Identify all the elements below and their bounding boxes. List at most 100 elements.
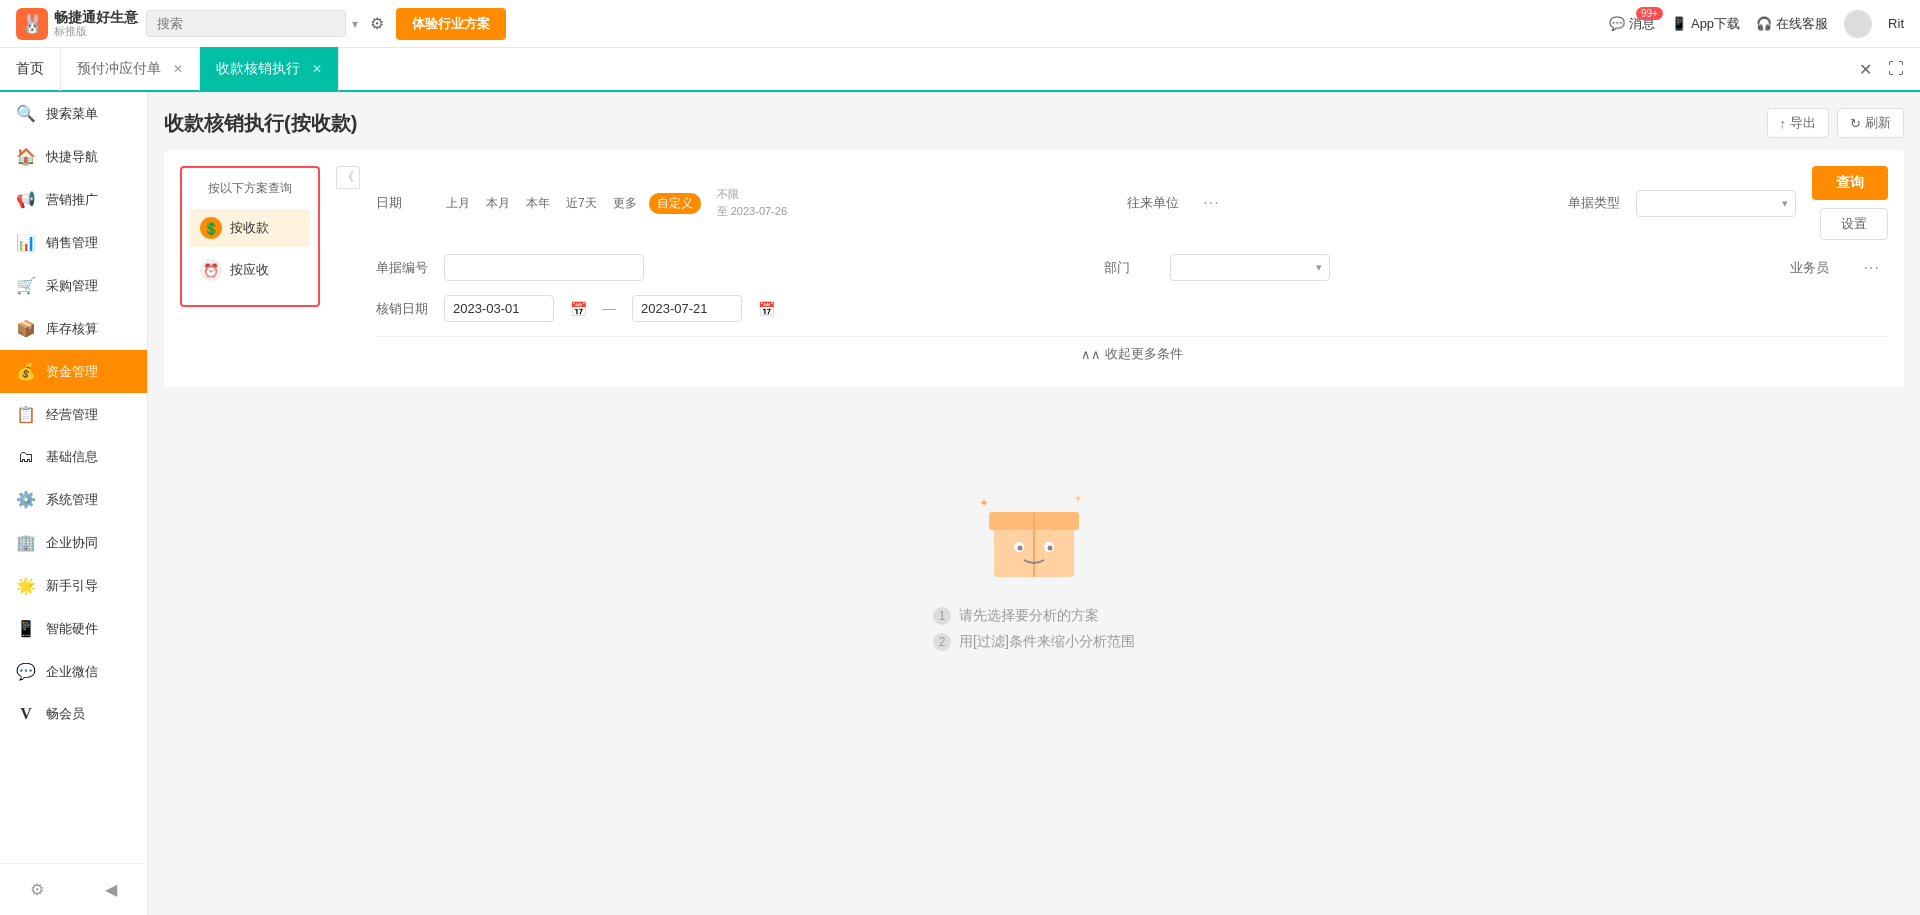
verify-end-calendar-icon[interactable]: 📅 [758, 301, 775, 317]
date-7days-btn[interactable]: 近7天 [562, 193, 601, 214]
export-label: 导出 [1790, 114, 1816, 132]
empty-hint-1: 1 请先选择要分析的方案 [933, 607, 1135, 625]
enterprise-icon: 🏢 [16, 533, 36, 552]
system-icon: ⚙️ [16, 490, 36, 509]
filter-settings-btn[interactable]: 设置 [1820, 208, 1888, 240]
industry-btn[interactable]: 体验行业方案 [396, 8, 506, 40]
sidebar-item-search[interactable]: 🔍 搜索菜单 [0, 92, 147, 135]
app-download-btn[interactable]: 📱 App下载 [1671, 15, 1740, 33]
refresh-btn[interactable]: ↻ 刷新 [1837, 108, 1904, 138]
user-name: Rit [1888, 16, 1904, 31]
date-nolimit-text: 不限 [717, 187, 787, 202]
tab-prepay-label: 预付冲应付单 [77, 60, 161, 78]
sidebar-item-finance[interactable]: 💰 资金管理 [0, 350, 147, 393]
sidebar-item-guide[interactable]: 🌟 新手引导 [0, 564, 147, 607]
filter-option-receipt[interactable]: 💲 按收款 [190, 209, 310, 247]
date-quick-group: 上月 本月 本年 近7天 更多 自定义 [442, 193, 701, 214]
empty-hint-2: 2 用[过滤]条件来缩小分析范围 [933, 633, 1135, 651]
dropdown-icon[interactable]: ▾ [352, 17, 358, 31]
filter-panel: 按以下方案查询 💲 按收款 ⏰ 按应收 《 日期 [164, 150, 1904, 387]
tab-prepay[interactable]: 预付冲应付单 ✕ [61, 47, 200, 91]
filter-row-3: 核销日期 📅 — 📅 [376, 295, 1888, 322]
docno-input[interactable] [444, 254, 644, 281]
sidebar-item-system[interactable]: ⚙️ 系统管理 [0, 478, 147, 521]
receivable-icon: ⏰ [200, 259, 222, 281]
doctype-select[interactable] [1636, 190, 1796, 217]
tab-close-all-btn[interactable]: ✕ [1855, 56, 1876, 83]
staff-select-btn[interactable]: ··· [1856, 255, 1888, 281]
receipt-icon: 💲 [200, 217, 222, 239]
tab-home[interactable]: 首页 [0, 47, 61, 91]
page-title: 收款核销执行(按收款) [164, 110, 357, 137]
main-layout: 🔍 搜索菜单 🏠 快捷导航 📢 营销推广 📊 销售管理 🛒 采购管理 📦 库存核… [0, 92, 1920, 915]
settings-icon-btn[interactable]: ⚙ [366, 10, 388, 37]
sidebar-item-basic[interactable]: 🗂 基础信息 [0, 436, 147, 478]
date-custom-badge[interactable]: 自定义 [649, 193, 701, 214]
service-icon: 🎧 [1756, 16, 1772, 31]
collapse-more-label: 收起更多条件 [1105, 345, 1183, 363]
date-this-year-btn[interactable]: 本年 [522, 193, 554, 214]
user-avatar[interactable] [1844, 10, 1872, 38]
sidebar-item-member[interactable]: V 畅会员 [0, 693, 147, 735]
tab-collection[interactable]: 收款核销执行 ✕ [200, 47, 339, 91]
sidebar-label-quicknav: 快捷导航 [46, 148, 98, 166]
date-this-month-btn[interactable]: 本月 [482, 193, 514, 214]
sidebar-bottom: ⚙ ◀ [0, 863, 147, 915]
page-title-bar: 收款核销执行(按收款) ↑ 导出 ↻ 刷新 [164, 108, 1904, 138]
content-area: 收款核销执行(按收款) ↑ 导出 ↻ 刷新 按以下方案查询 💲 [148, 92, 1920, 915]
sidebar-label-guide: 新手引导 [46, 577, 98, 595]
partner-label: 往来单位 [1127, 194, 1179, 212]
sidebar-item-operations[interactable]: 📋 经营管理 [0, 393, 147, 436]
brand-icon: 🐰 [16, 8, 48, 40]
sidebar-item-enterprise[interactable]: 🏢 企业协同 [0, 521, 147, 564]
date-more-btn[interactable]: 更多 [609, 193, 641, 214]
sidebar-collapse-btn[interactable]: ◀ [97, 876, 125, 903]
date-label: 日期 [376, 194, 426, 212]
sidebar-settings-btn[interactable]: ⚙ [22, 876, 52, 903]
sidebar-label-inventory: 库存核算 [46, 320, 98, 338]
collapse-more-btn[interactable]: ∧∧ 收起更多条件 [376, 336, 1888, 371]
dept-select-wrapper [1170, 254, 1330, 281]
online-service-btn[interactable]: 🎧 在线客服 [1756, 15, 1828, 33]
verify-start-input[interactable] [444, 295, 554, 322]
sidebar: 🔍 搜索菜单 🏠 快捷导航 📢 营销推广 📊 销售管理 🛒 采购管理 📦 库存核… [0, 92, 148, 915]
sidebar-item-quicknav[interactable]: 🏠 快捷导航 [0, 135, 147, 178]
sidebar-item-marketing[interactable]: 📢 营销推广 [0, 178, 147, 221]
tab-prepay-close[interactable]: ✕ [173, 62, 183, 76]
hint-num-1: 1 [933, 607, 951, 625]
home-icon: 🏠 [16, 147, 36, 166]
partner-select-btn[interactable]: ··· [1195, 190, 1227, 216]
tab-expand-btn[interactable]: ⛶ [1884, 56, 1908, 82]
sidebar-item-inventory[interactable]: 📦 库存核算 [0, 307, 147, 350]
top-bar-left: 🐰 畅捷通好生意 标推版 ▾ ⚙ 体验行业方案 [16, 8, 1609, 40]
brand-text: 畅捷通好生意 标推版 [54, 9, 138, 39]
verify-end-input[interactable] [632, 295, 742, 322]
verify-start-calendar-icon[interactable]: 📅 [570, 301, 587, 317]
message-badge: 99+ [1636, 7, 1663, 20]
verify-date-label: 核销日期 [376, 300, 428, 318]
export-btn[interactable]: ↑ 导出 [1767, 108, 1830, 138]
filter-option-receivable[interactable]: ⏰ 按应收 [190, 251, 310, 289]
sidebar-item-purchase[interactable]: 🛒 采购管理 [0, 264, 147, 307]
filter-sidebar-title: 按以下方案查询 [190, 180, 310, 197]
sidebar-item-hardware[interactable]: 📱 智能硬件 [0, 607, 147, 650]
dept-select[interactable] [1170, 254, 1330, 281]
sidebar-label-hardware: 智能硬件 [46, 620, 98, 638]
page-actions: ↑ 导出 ↻ 刷新 [1767, 108, 1905, 138]
top-bar-right: 💬 消息 99+ 📱 App下载 🎧 在线客服 Rit [1609, 10, 1904, 38]
svg-text:✦: ✦ [1064, 515, 1071, 524]
message-icon: 💬 [1609, 16, 1625, 31]
messages-btn[interactable]: 💬 消息 99+ [1609, 15, 1655, 33]
search-input[interactable] [146, 10, 346, 37]
receipt-label: 按收款 [230, 219, 269, 237]
date-last-month-btn[interactable]: 上月 [442, 193, 474, 214]
sidebar-label-enterprise: 企业协同 [46, 534, 98, 552]
refresh-icon: ↻ [1850, 116, 1861, 131]
filter-collapse-btn[interactable]: 《 [336, 166, 360, 189]
empty-illustration: ✦ ✦ ✦ [974, 467, 1094, 587]
sidebar-item-sales[interactable]: 📊 销售管理 [0, 221, 147, 264]
app-icon: 📱 [1671, 16, 1687, 31]
query-btn[interactable]: 查询 [1812, 166, 1888, 200]
tab-collection-close[interactable]: ✕ [312, 62, 322, 76]
sidebar-item-wechat[interactable]: 💬 企业微信 [0, 650, 147, 693]
